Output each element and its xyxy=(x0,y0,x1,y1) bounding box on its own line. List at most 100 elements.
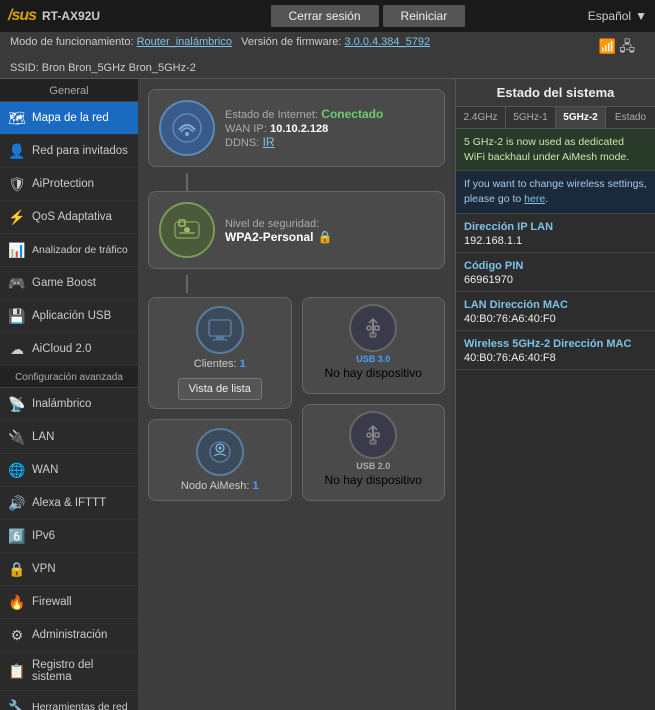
status-panel: Estado del sistema 2.4GHz 5GHz-1 5GHz-2 … xyxy=(455,79,655,710)
log-icon: 📋 xyxy=(8,662,26,680)
model-name: RT-AX92U xyxy=(42,9,100,23)
usb2-node: USB 2.0 No hay dispositivo xyxy=(302,404,446,501)
top-buttons: Cerrar sesión Reiniciar xyxy=(148,5,588,27)
sidebar-item-mapa-red[interactable]: 🗺 Mapa de la red xyxy=(0,102,138,135)
content-area: Estado de Internet: Conectado WAN IP: 10… xyxy=(138,79,655,710)
alert-here-link[interactable]: here xyxy=(524,193,545,205)
sidebar-item-herramientas[interactable]: 🔧 Herramientas de red xyxy=(0,691,138,710)
sidebar-label-qos: QoS Adaptativa xyxy=(32,211,112,223)
firmware-label: Versión de firmware: xyxy=(241,36,341,48)
sidebar-item-qos[interactable]: ⚡ QoS Adaptativa xyxy=(0,201,138,234)
status-section-wireless-mac: Wireless 5GHz-2 Dirección MAC 40:B0:76:A… xyxy=(456,331,655,370)
client-icon xyxy=(196,306,244,354)
usb-nodes: USB 3.0 No hay dispositivo xyxy=(302,297,446,501)
sidebar-item-ipv6[interactable]: 6️⃣ IPv6 xyxy=(0,520,138,553)
restart-button[interactable]: Reiniciar xyxy=(383,5,466,27)
sidebar-item-administracion[interactable]: ⚙ Administración xyxy=(0,619,138,652)
sidebar-item-registro[interactable]: 📋 Registro del sistema xyxy=(0,652,138,691)
icon-settings2: 🖧 xyxy=(619,38,635,54)
status-section-pin: Código PIN 66961970 xyxy=(456,253,655,292)
ddns-link[interactable]: IR xyxy=(263,135,275,149)
lang-selector[interactable]: Español ▼ xyxy=(588,9,647,23)
usb3-icon xyxy=(349,304,397,352)
clients-label: Clientes: 1 xyxy=(194,358,246,370)
sidebar-label-inalambrico: Inalámbrico xyxy=(32,398,91,410)
sidebar-item-inalambrico[interactable]: 📡 Inalámbrico xyxy=(0,388,138,421)
security-label-row: Nivel de seguridad: xyxy=(225,216,434,230)
usb2-icon xyxy=(349,411,397,459)
sidebar-label-herramientas: Herramientas de red xyxy=(32,701,128,710)
aimesh-icon xyxy=(196,428,244,476)
general-section-label: General xyxy=(0,79,138,102)
vpn-icon: 🔒 xyxy=(8,560,26,578)
pin-label: Código PIN xyxy=(464,257,647,273)
ddns-row: DDNS: IR xyxy=(225,135,434,149)
logout-button[interactable]: Cerrar sesión xyxy=(271,5,379,27)
sidebar-label-analizador: Analizador de tráfico xyxy=(32,244,128,256)
chevron-down-icon: ▼ xyxy=(635,9,647,23)
info-bar-line1: Modo de funcionamiento: Router_inalámbri… xyxy=(10,36,645,60)
ssid-label: SSID: xyxy=(10,62,39,74)
sidebar-label-aiprotection: AiProtection xyxy=(32,178,94,190)
sidebar-label-vpn: VPN xyxy=(32,563,56,575)
tab-5ghz2[interactable]: 5GHz-2 xyxy=(556,107,606,128)
sidebar-item-aicloud[interactable]: ☁ AiCloud 2.0 xyxy=(0,333,138,366)
router-icon xyxy=(159,100,215,156)
sidebar-label-usb-app: Aplicación USB xyxy=(32,310,111,322)
vista-lista-button[interactable]: Vista de lista xyxy=(178,378,262,400)
tab-5ghz1[interactable]: 5GHz-1 xyxy=(506,107,556,128)
firmware-value[interactable]: 3.0.0.4.384_5792 xyxy=(344,36,430,48)
security-info: Nivel de seguridad: WPA2-Personal 🔒 xyxy=(225,216,434,244)
ipv6-icon: 6️⃣ xyxy=(8,527,26,545)
usb3-badge: USB 3.0 xyxy=(356,354,390,364)
mode-label: Modo de funcionamiento: xyxy=(10,36,134,48)
sidebar-item-vpn[interactable]: 🔒 VPN xyxy=(0,553,138,586)
sidebar-label-lan: LAN xyxy=(32,431,54,443)
status-section-lan-ip: Dirección IP LAN 192.168.1.1 xyxy=(456,214,655,253)
security-value-row: WPA2-Personal 🔒 xyxy=(225,230,434,244)
security-node: Nivel de seguridad: WPA2-Personal 🔒 xyxy=(148,191,445,269)
sidebar-item-usb-app[interactable]: 💾 Aplicación USB xyxy=(0,300,138,333)
tab-estado[interactable]: Estado xyxy=(606,107,655,128)
sidebar-item-lan[interactable]: 🔌 LAN xyxy=(0,421,138,454)
usb2-badge: USB 2.0 xyxy=(356,461,390,471)
tab-2_4ghz[interactable]: 2.4GHz xyxy=(456,107,506,128)
status-panel-title: Estado del sistema xyxy=(456,79,655,107)
game-icon: 🎮 xyxy=(8,274,26,292)
sidebar-label-administracion: Administración xyxy=(32,629,107,641)
alexa-icon: 🔊 xyxy=(8,494,26,512)
sidebar-label-gameboost: Game Boost xyxy=(32,277,96,289)
alert-text2: If you want to change wireless settings,… xyxy=(464,178,647,205)
wan-icon: 🌐 xyxy=(8,461,26,479)
sidebar-item-aiprotection[interactable]: 🛡 AiProtection xyxy=(0,168,138,201)
shield-icon: 🛡 xyxy=(8,175,26,193)
pin-value: 66961970 xyxy=(464,273,647,287)
mode-value[interactable]: Router_inalámbrico xyxy=(137,36,232,48)
sidebar-item-wan[interactable]: 🌐 WAN xyxy=(0,454,138,487)
sidebar-label-mapa-red: Mapa de la red xyxy=(32,112,109,124)
sidebar-label-firewall: Firewall xyxy=(32,596,72,608)
status-alert: 5 GHz-2 is now used as dedicated WiFi ba… xyxy=(456,129,655,171)
sidebar-item-gameboost[interactable]: 🎮 Game Boost xyxy=(0,267,138,300)
network-map: Estado de Internet: Conectado WAN IP: 10… xyxy=(138,79,455,710)
ssid-values: Bron Bron_5GHz Bron_5GHz-2 xyxy=(42,62,196,74)
advanced-section-label: Configuración avanzada xyxy=(0,366,138,388)
sidebar-label-wan: WAN xyxy=(32,464,58,476)
sidebar-item-alexa[interactable]: 🔊 Alexa & IFTTT xyxy=(0,487,138,520)
lan-ip-label: Dirección IP LAN xyxy=(464,218,647,234)
security-icon xyxy=(159,202,215,258)
usb-icon: 💾 xyxy=(8,307,26,325)
sidebar-item-red-invitados[interactable]: 👤 Red para invitados xyxy=(0,135,138,168)
usb3-node: USB 3.0 No hay dispositivo xyxy=(302,297,446,394)
bottom-nodes-row: Clientes: 1 Vista de lista xyxy=(148,297,445,501)
lan-ip-value: 192.168.1.1 xyxy=(464,234,647,248)
sidebar-item-firewall[interactable]: 🔥 Firewall xyxy=(0,586,138,619)
cloud-icon: ☁ xyxy=(8,340,26,358)
usb3-status: No hay dispositivo xyxy=(325,366,422,380)
internet-status-value: Conectado xyxy=(321,107,383,121)
traffic-icon: 📊 xyxy=(8,241,26,259)
lan-icon: 🔌 xyxy=(8,428,26,446)
sidebar-item-analizador[interactable]: 📊 Analizador de tráfico xyxy=(0,234,138,267)
status-section-lan-mac: LAN Dirección MAC 40:B0:76:A6:40:F0 xyxy=(456,292,655,331)
tools-icon: 🔧 xyxy=(8,698,26,710)
